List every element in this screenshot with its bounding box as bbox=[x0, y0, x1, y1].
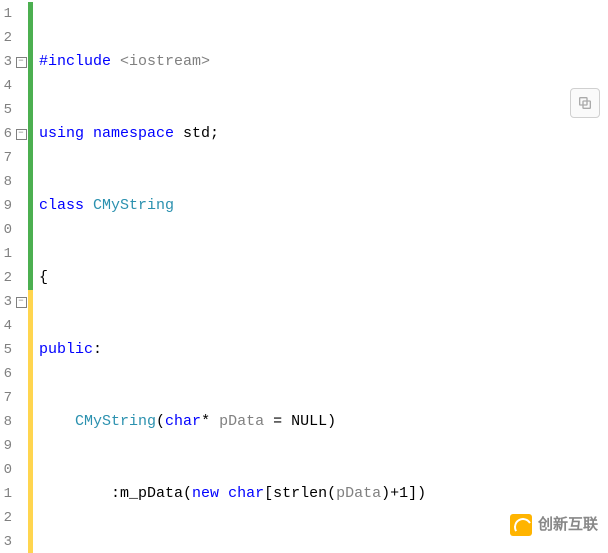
fold-marker bbox=[14, 362, 28, 386]
line-number: 1 bbox=[0, 482, 14, 506]
line-number: 8 bbox=[0, 170, 14, 194]
copy-button[interactable] bbox=[570, 88, 600, 118]
line-number: 6 bbox=[0, 362, 14, 386]
fold-marker bbox=[14, 242, 28, 266]
line-number: 9 bbox=[0, 194, 14, 218]
fold-marker bbox=[14, 506, 28, 530]
line-number: 4 bbox=[0, 74, 14, 98]
fold-marker bbox=[14, 458, 28, 482]
fold-marker bbox=[14, 194, 28, 218]
line-number: 7 bbox=[0, 386, 14, 410]
line-number: 9 bbox=[0, 434, 14, 458]
fold-marker bbox=[14, 2, 28, 26]
fold-marker[interactable]: − bbox=[14, 290, 28, 314]
line-number: 2 bbox=[0, 266, 14, 290]
line-number-gutter: 12345678901234567890123 bbox=[0, 0, 14, 553]
line-number: 0 bbox=[0, 458, 14, 482]
line-number: 7 bbox=[0, 146, 14, 170]
line-number: 3 bbox=[0, 50, 14, 74]
line-number: 0 bbox=[0, 218, 14, 242]
code-line[interactable]: class CMyString bbox=[39, 194, 543, 218]
watermark-icon bbox=[510, 514, 532, 536]
fold-marker bbox=[14, 410, 28, 434]
line-number: 5 bbox=[0, 338, 14, 362]
fold-marker[interactable]: − bbox=[14, 122, 28, 146]
line-number: 1 bbox=[0, 242, 14, 266]
fold-marker bbox=[14, 434, 28, 458]
line-number: 2 bbox=[0, 26, 14, 50]
fold-marker bbox=[14, 146, 28, 170]
fold-marker bbox=[14, 266, 28, 290]
fold-marker bbox=[14, 314, 28, 338]
fold-marker bbox=[14, 338, 28, 362]
watermark-text: 创新互联 bbox=[538, 513, 598, 537]
line-number: 3 bbox=[0, 290, 14, 314]
line-number: 4 bbox=[0, 314, 14, 338]
code-line[interactable]: #include <iostream> bbox=[39, 50, 543, 74]
fold-marker bbox=[14, 530, 28, 553]
code-line[interactable]: { bbox=[39, 266, 543, 290]
fold-marker bbox=[14, 98, 28, 122]
fold-marker[interactable]: − bbox=[14, 50, 28, 74]
fold-marker bbox=[14, 218, 28, 242]
fold-marker bbox=[14, 26, 28, 50]
line-number: 2 bbox=[0, 506, 14, 530]
code-line[interactable]: public: bbox=[39, 338, 543, 362]
fold-column: − − − bbox=[14, 0, 28, 553]
code-area[interactable]: #include <iostream> using namespace std;… bbox=[33, 0, 543, 553]
fold-marker bbox=[14, 74, 28, 98]
code-line[interactable]: CMyString(char* pData = NULL) bbox=[39, 410, 543, 434]
line-number: 6 bbox=[0, 122, 14, 146]
watermark: 创新互联 bbox=[510, 513, 598, 537]
code-line[interactable]: using namespace std; bbox=[39, 122, 543, 146]
line-number: 8 bbox=[0, 410, 14, 434]
line-number: 1 bbox=[0, 2, 14, 26]
line-number: 3 bbox=[0, 530, 14, 553]
code-line[interactable]: :m_pData(new char[strlen(pData)+1]) bbox=[39, 482, 543, 506]
fold-marker bbox=[14, 170, 28, 194]
line-number: 5 bbox=[0, 98, 14, 122]
copy-icon bbox=[577, 95, 593, 111]
fold-marker bbox=[14, 482, 28, 506]
fold-marker bbox=[14, 386, 28, 410]
code-editor: 12345678901234567890123 −−− #include <io… bbox=[0, 0, 608, 553]
